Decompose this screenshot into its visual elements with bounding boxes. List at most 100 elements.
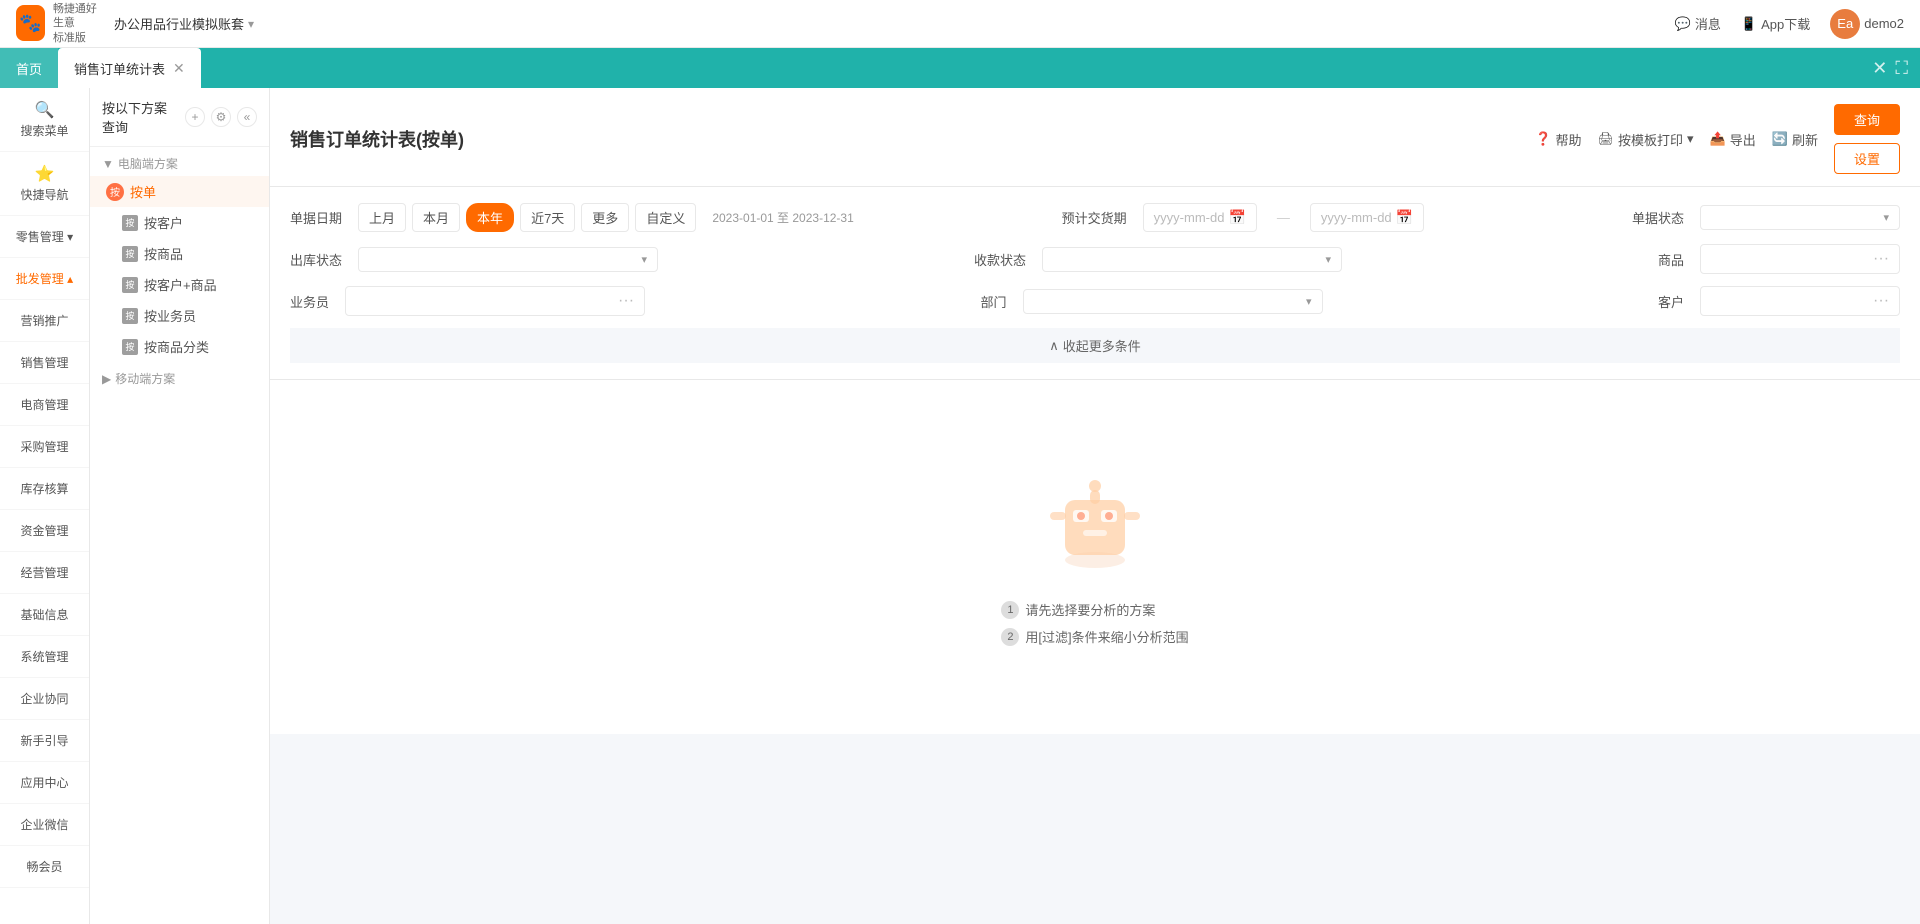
help-btn[interactable]: ❓ 帮助	[1535, 130, 1581, 149]
sidebar-item-system[interactable]: 系统管理	[0, 636, 89, 678]
breadcrumb-dropdown-icon[interactable]: ▾	[248, 17, 254, 31]
tree-section-mobile-arrow-icon: ▶	[102, 372, 111, 386]
sidebar-item-appstore[interactable]: 应用中心	[0, 762, 89, 804]
maximize-icon[interactable]: ⛶	[1895, 59, 1908, 77]
sidebar-item-marketing[interactable]: 营销推广	[0, 300, 89, 342]
sidebar-item-inventory[interactable]: 库存核算	[0, 468, 89, 510]
tab-window-actions: ✕ ⛶	[1872, 59, 1920, 77]
sidebar-item-retail[interactable]: 零售管理 ▾	[0, 216, 89, 258]
filter-row-2: 出库状态 ▾ 收款状态 ▾ 商品 ···	[290, 244, 1900, 274]
tab-home[interactable]: 首页	[0, 48, 58, 88]
print-dropdown-icon: ▾	[1687, 131, 1694, 147]
sidebar-item-ecommerce[interactable]: 电商管理	[0, 384, 89, 426]
tree-item-by-order[interactable]: 按 按单	[90, 176, 269, 207]
left-panel-title: 按以下方案查询	[102, 98, 179, 136]
tab-close-icon[interactable]: ✕	[173, 60, 185, 77]
page-header: 销售订单统计表(按单) ❓ 帮助 🖨 按模板打印 ▾ 📤 导出 🔄 刷新	[270, 88, 1920, 187]
filter-row-1: 单据日期 上月 本月 本年 近7天 更多 自定义 2023-01-01 至 20…	[290, 203, 1900, 232]
page-actions: ❓ 帮助 🖨 按模板打印 ▾ 📤 导出 🔄 刷新 查询	[1535, 104, 1900, 174]
tree-item-by-product-category[interactable]: 按 按商品分类	[90, 331, 269, 362]
department-dropdown-icon: ▾	[1306, 295, 1312, 308]
goods-more-icon: ···	[1873, 250, 1889, 268]
template-print-btn[interactable]: 🖨 按模板打印 ▾	[1598, 130, 1694, 149]
collapse-bar[interactable]: ∧ 收起更多条件	[290, 328, 1900, 363]
filter-row-3: 业务员 ··· 部门 ▾ 客户 ···	[290, 286, 1900, 316]
filter-area: 单据日期 上月 本月 本年 近7天 更多 自定义 2023-01-01 至 20…	[270, 187, 1920, 380]
chevron-up-icon: ▴	[67, 272, 73, 286]
tree-item-by-salesperson[interactable]: 按 按业务员	[90, 300, 269, 331]
sidebar-item-member[interactable]: 畅会员	[0, 846, 89, 888]
tree-item-by-customer[interactable]: 按 按客户	[90, 207, 269, 238]
by-salesperson-icon: 按	[122, 308, 138, 324]
sidebar-item-operation[interactable]: 经营管理	[0, 552, 89, 594]
sidebar-item-quick-nav[interactable]: ⭐ 快捷导航	[0, 152, 89, 216]
sidebar-item-wholesale[interactable]: 批发管理 ▴	[0, 258, 89, 300]
setting-button[interactable]: 设置	[1834, 143, 1900, 174]
left-panel-actions: + ⚙ «	[185, 107, 257, 127]
sidebar-item-enterprise[interactable]: 企业协同	[0, 678, 89, 720]
collapse-arrow-icon: ∧	[1049, 338, 1059, 354]
date-range-display: 2023-01-01 至 2023-12-31	[712, 209, 853, 226]
goods-select[interactable]: ···	[1700, 244, 1900, 274]
minimize-icon[interactable]: ✕	[1872, 59, 1887, 77]
date-btn-this-year[interactable]: 本年	[466, 203, 514, 232]
expected-delivery-label: 预计交货期	[1062, 208, 1127, 227]
single-status-dropdown-icon: ▾	[1883, 211, 1889, 224]
sidebar-item-finance[interactable]: 资金管理	[0, 510, 89, 552]
message-btn[interactable]: 💬 消息	[1675, 14, 1721, 33]
content-area: 销售订单统计表(按单) ❓ 帮助 🖨 按模板打印 ▾ 📤 导出 🔄 刷新	[270, 88, 1920, 924]
empty-state: 1 请先选择要分析的方案 2 用[过滤]条件来缩小分析范围	[270, 380, 1920, 734]
customer-select[interactable]: ···	[1700, 286, 1900, 316]
sidebar-item-purchase[interactable]: 采购管理	[0, 426, 89, 468]
refresh-btn[interactable]: 🔄 刷新	[1772, 130, 1818, 149]
left-panel-header: 按以下方案查询 + ⚙ «	[90, 88, 269, 147]
sidebar-item-basic[interactable]: 基础信息	[0, 594, 89, 636]
department-select[interactable]: ▾	[1023, 289, 1323, 314]
date-btn-last-7-days[interactable]: 近7天	[520, 203, 575, 232]
by-product-icon: 按	[122, 246, 138, 262]
collapse-panel-btn[interactable]: «	[237, 107, 257, 127]
collection-status-select[interactable]: ▾	[1042, 247, 1342, 272]
delivery-status-select[interactable]: ▾	[358, 247, 658, 272]
date-btn-group: 上月 本月 本年 近7天 更多 自定义	[358, 203, 696, 232]
add-scheme-btn[interactable]: +	[185, 107, 205, 127]
query-button[interactable]: 查询	[1834, 104, 1900, 135]
calendar-end-icon: 📅	[1396, 209, 1413, 226]
date-btn-more[interactable]: 更多	[581, 203, 629, 232]
sidebar-item-newbie[interactable]: 新手引导	[0, 720, 89, 762]
sidebar-item-sales[interactable]: 销售管理	[0, 342, 89, 384]
sidebar-item-search[interactable]: 🔍 搜索菜单	[0, 88, 89, 152]
delivery-date-start[interactable]: yyyy-mm-dd 📅	[1143, 203, 1257, 232]
date-btn-custom[interactable]: 自定义	[635, 203, 696, 232]
export-btn[interactable]: 📤 导出	[1710, 130, 1756, 149]
left-panel: 按以下方案查询 + ⚙ « ▼ 电脑端方案 按 按单 按 按客户 按 按商品 按	[90, 88, 270, 924]
tree-item-by-product[interactable]: 按 按商品	[90, 238, 269, 269]
main-layout: 🔍 搜索菜单 ⭐ 快捷导航 零售管理 ▾ 批发管理 ▴ 营销推广 销售管理 电商…	[0, 88, 1920, 924]
tab-sales-order-stat[interactable]: 销售订单统计表 ✕	[58, 48, 201, 88]
user-profile[interactable]: Ea demo2	[1830, 9, 1904, 39]
tree-item-by-customer-product[interactable]: 按 按客户+商品	[90, 269, 269, 300]
date-divider: —	[1277, 210, 1290, 225]
page-title: 销售订单统计表(按单)	[290, 126, 464, 152]
collection-status-dropdown-icon: ▾	[1325, 253, 1331, 266]
chevron-down-icon: ▾	[67, 230, 73, 244]
by-customer-icon: 按	[122, 215, 138, 231]
export-icon: 📤	[1710, 131, 1726, 147]
date-btn-last-month[interactable]: 上月	[358, 203, 406, 232]
app-download-btn[interactable]: 📱 App下载	[1741, 14, 1810, 33]
tree-section-mobile[interactable]: ▶ 移动端方案	[90, 362, 269, 391]
tree-section-arrow-down-icon: ▼	[102, 157, 114, 171]
top-bar: 🐾 畅捷通好生意 标准版 办公用品行业模拟账套 ▾ 💬 消息 📱 App下载 E…	[0, 0, 1920, 48]
single-date-label: 单据日期	[290, 208, 342, 227]
date-btn-this-month[interactable]: 本月	[412, 203, 460, 232]
tree-section-pc[interactable]: ▼ 电脑端方案	[90, 147, 269, 176]
salesperson-select[interactable]: ···	[345, 286, 645, 316]
breadcrumb: 办公用品行业模拟账套 ▾	[106, 14, 1675, 33]
sidebar-item-wecom[interactable]: 企业微信	[0, 804, 89, 846]
delivery-date-end[interactable]: yyyy-mm-dd 📅	[1310, 203, 1424, 232]
goods-label: 商品	[1658, 250, 1684, 269]
single-status-select[interactable]: ▾	[1700, 205, 1900, 230]
settings-scheme-btn[interactable]: ⚙	[211, 107, 231, 127]
salesperson-more-icon: ···	[618, 292, 634, 310]
logo-text: 畅捷通好生意 标准版	[53, 2, 106, 45]
